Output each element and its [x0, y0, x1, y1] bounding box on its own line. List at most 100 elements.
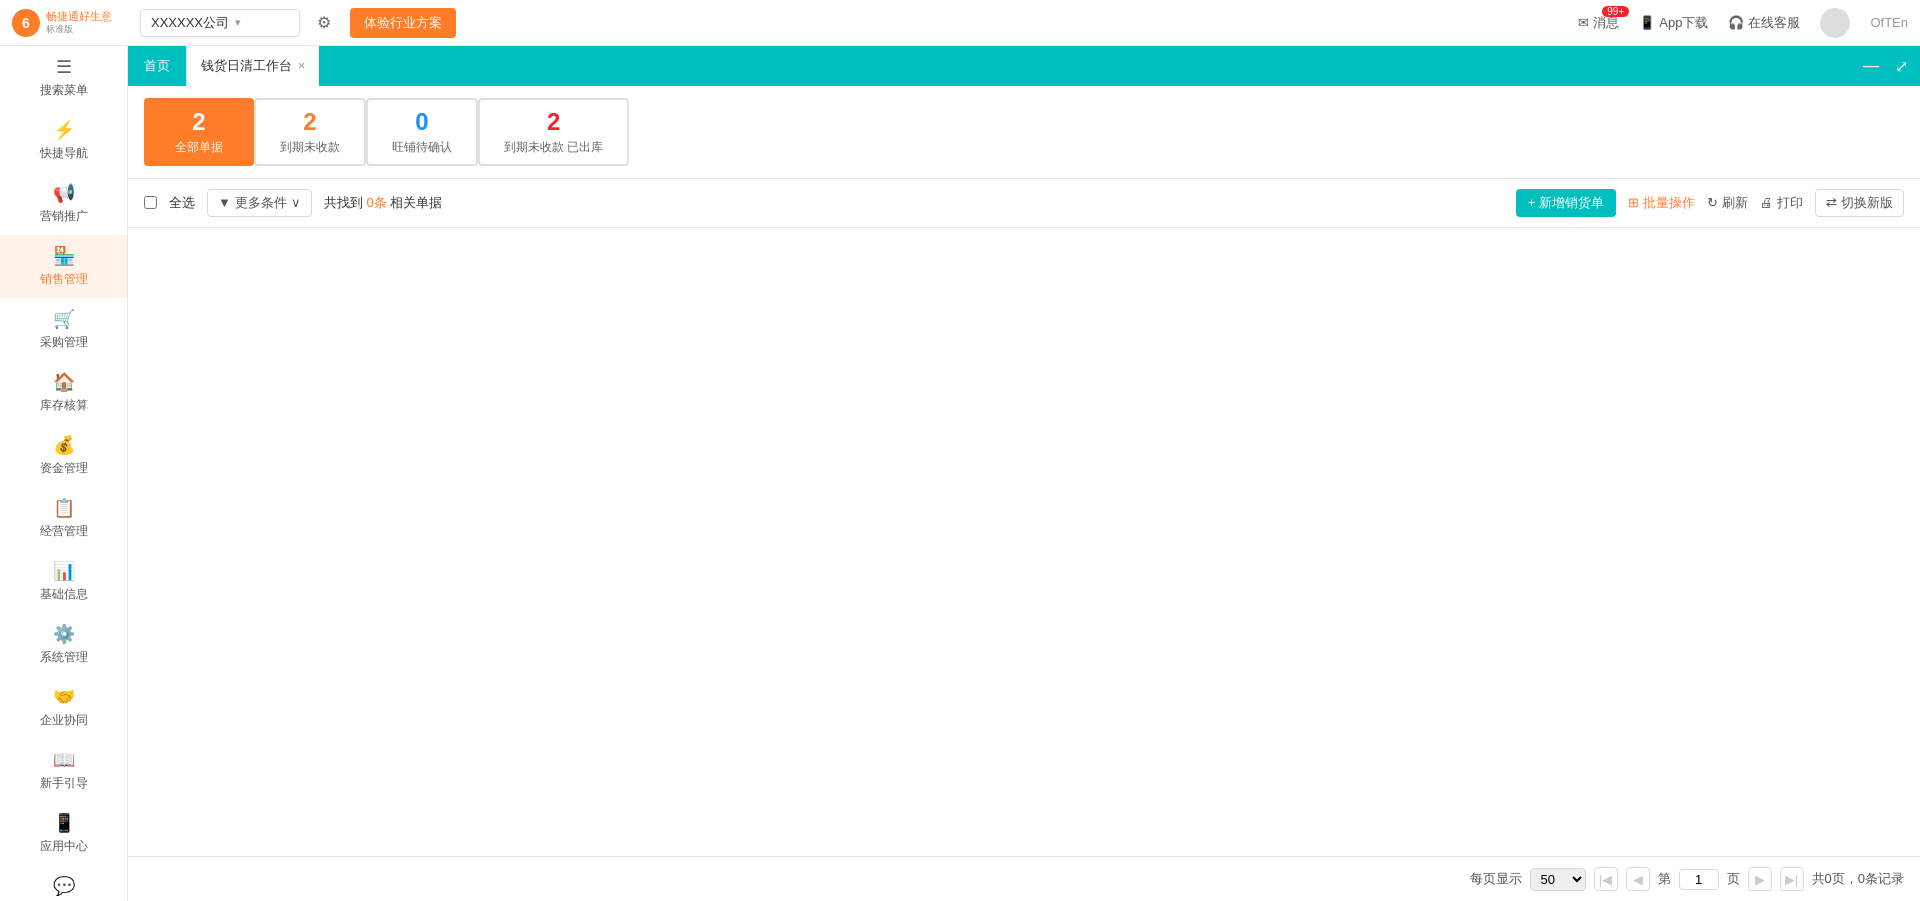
download-icon: 📱 — [1639, 15, 1655, 30]
logo-badge: 标准版 — [46, 23, 112, 36]
logo-text-area: 畅捷通好生意 标准版 — [46, 9, 112, 36]
first-page-button[interactable]: |◀ — [1594, 867, 1618, 891]
sidebar-item-basic-info[interactable]: 📊 基础信息 — [0, 550, 127, 613]
sidebar-item-search-menu[interactable]: ☰ 搜索菜单 — [0, 46, 127, 109]
main-layout: ☰ 搜索菜单 ⚡ 快捷导航 📢 营销推广 🏪 销售管理 🛒 采购管理 🏠 库存核… — [0, 46, 1920, 901]
sidebar-label-sales: 销售管理 — [40, 271, 88, 288]
message-button[interactable]: ✉ 消息 99+ — [1578, 14, 1619, 32]
sidebar-icon-sales: 🏪 — [53, 245, 75, 267]
sidebar-icon-enterprise: 🤝 — [53, 686, 75, 708]
refresh-button[interactable]: ↻ 刷新 — [1707, 194, 1748, 212]
tab-maximize-button[interactable]: ⤢ — [1891, 53, 1912, 80]
per-page-select[interactable]: 50 100 200 — [1530, 868, 1586, 891]
summary-card-3[interactable]: 2 到期未收款 已出库 — [478, 98, 629, 166]
sidebar-item-marketing[interactable]: 📢 营销推广 — [0, 172, 127, 235]
page-number-input[interactable] — [1679, 869, 1719, 890]
print-button[interactable]: 🖨 打印 — [1760, 194, 1803, 212]
sidebar-item-quick-nav[interactable]: ⚡ 快捷导航 — [0, 109, 127, 172]
sidebar-item-app-center[interactable]: 📱 应用中心 — [0, 802, 127, 865]
card-number-0: 2 — [192, 108, 205, 137]
company-selector[interactable]: XXXXXX公司 ▾ — [140, 9, 300, 37]
sidebar-label-basic-info: 基础信息 — [40, 586, 88, 603]
sidebar-icon-guide: 📖 — [53, 749, 75, 771]
sidebar-icon-app-center: 📱 — [53, 812, 75, 834]
tab-home[interactable]: 首页 — [128, 46, 186, 86]
card-label-3: 到期未收款 已出库 — [504, 139, 603, 156]
found-prefix: 共找到 — [324, 195, 363, 210]
top-header: 6 畅捷通好生意 标准版 XXXXXX公司 ▾ ⚙ 体验行业方案 ✉ 消息 99… — [0, 0, 1920, 46]
card-number-1: 2 — [303, 108, 316, 137]
sidebar-label-operation: 经营管理 — [40, 523, 88, 540]
settings-button[interactable]: ⚙ — [308, 7, 340, 39]
sidebar-item-enterprise[interactable]: 🤝 企业协同 — [0, 676, 127, 739]
trial-button[interactable]: 体验行业方案 — [350, 8, 456, 38]
batch-operation-button[interactable]: ⊞ 批量操作 — [1628, 194, 1695, 212]
sidebar-icon-search-menu: ☰ — [56, 56, 72, 78]
table-area — [128, 228, 1920, 856]
batch-label: 批量操作 — [1643, 194, 1695, 212]
switch-icon: ⇄ — [1826, 195, 1837, 210]
select-all-checkbox[interactable] — [144, 196, 157, 209]
sidebar-icon-wechat: 💬 — [53, 875, 75, 897]
switch-version-button[interactable]: ⇄ 切换新版 — [1815, 189, 1904, 217]
logo-text: 畅捷通好生意 — [46, 9, 112, 23]
sidebar-icon-system: ⚙️ — [53, 623, 75, 645]
sidebar-label-finance: 资金管理 — [40, 460, 88, 477]
toolbar: 全选 ▼ 更多条件 ∨ 共找到 0条 相关单据 + 新增销货单 ⊞ 批量操作 — [128, 179, 1920, 228]
total-label: 共0页，0条记录 — [1812, 870, 1904, 888]
filter-chevron: ∨ — [291, 195, 301, 210]
logo-area: 6 畅捷通好生意 标准版 — [12, 9, 140, 37]
sidebar-item-guide[interactable]: 📖 新手引导 — [0, 739, 127, 802]
add-sale-order-button[interactable]: + 新增销货单 — [1516, 189, 1616, 217]
sidebar-label-inventory: 库存核算 — [40, 397, 88, 414]
page-label-first: 第 — [1658, 870, 1671, 888]
app-download-label: App下载 — [1659, 14, 1708, 32]
sidebar-icon-purchase: 🛒 — [53, 308, 75, 330]
summary-card-0[interactable]: 2 全部单据 — [144, 98, 254, 166]
app-download-button[interactable]: 📱 App下载 — [1639, 14, 1708, 32]
tab-active-label: 钱货日清工作台 — [201, 57, 292, 75]
card-label-1: 到期未收款 — [280, 139, 340, 156]
prev-page-button[interactable]: ◀ — [1626, 867, 1650, 891]
sidebar-item-system[interactable]: ⚙️ 系统管理 — [0, 613, 127, 676]
chevron-down-icon: ▾ — [235, 16, 241, 29]
content-area: 首页 钱货日清工作台 × — ⤢ 2 全部单据 2 到期未收款 0 旺铺待确认 … — [128, 46, 1920, 901]
logo-icon: 6 — [12, 9, 40, 37]
switch-label: 切换新版 — [1841, 194, 1893, 212]
select-all-label: 全选 — [169, 194, 195, 212]
tab-active[interactable]: 钱货日清工作台 × — [186, 46, 319, 86]
last-page-button[interactable]: ▶| — [1780, 867, 1804, 891]
avatar[interactable] — [1820, 8, 1850, 38]
tab-close-button[interactable]: × — [298, 59, 305, 73]
sidebar-label-purchase: 采购管理 — [40, 334, 88, 351]
sidebar-item-inventory[interactable]: 🏠 库存核算 — [0, 361, 127, 424]
summary-card-2[interactable]: 0 旺铺待确认 — [366, 98, 478, 166]
sidebar-label-search-menu: 搜索菜单 — [40, 82, 88, 99]
header-right: ✉ 消息 99+ 📱 App下载 🎧 在线客服 OfTEn — [1578, 8, 1908, 38]
refresh-icon: ↻ — [1707, 195, 1718, 210]
sidebar-item-wechat[interactable]: 💬 企业微信 — [0, 865, 127, 901]
batch-icon: ⊞ — [1628, 195, 1639, 210]
tab-minimize-button[interactable]: — — [1859, 53, 1883, 79]
sidebar: ☰ 搜索菜单 ⚡ 快捷导航 📢 营销推广 🏪 销售管理 🛒 采购管理 🏠 库存核… — [0, 46, 128, 901]
summary-card-1[interactable]: 2 到期未收款 — [254, 98, 366, 166]
found-suffix: 相关单据 — [390, 195, 442, 210]
company-name: XXXXXX公司 — [151, 14, 229, 32]
page-content: 2 全部单据 2 到期未收款 0 旺铺待确认 2 到期未收款 已出库 全选 ▼ … — [128, 86, 1920, 901]
sidebar-item-finance[interactable]: 💰 资金管理 — [0, 424, 127, 487]
next-page-button[interactable]: ▶ — [1748, 867, 1772, 891]
found-count: 0条 — [367, 195, 387, 210]
card-label-2: 旺铺待确认 — [392, 139, 452, 156]
sidebar-label-quick-nav: 快捷导航 — [40, 145, 88, 162]
online-service-button[interactable]: 🎧 在线客服 — [1728, 14, 1800, 32]
print-icon: 🖨 — [1760, 195, 1773, 210]
message-badge: 99+ — [1602, 6, 1629, 17]
sidebar-icon-inventory: 🏠 — [53, 371, 75, 393]
filter-button[interactable]: ▼ 更多条件 ∨ — [207, 189, 312, 217]
sidebar-item-operation[interactable]: 📋 经营管理 — [0, 487, 127, 550]
per-page-label: 每页显示 — [1470, 870, 1522, 888]
sidebar-item-sales[interactable]: 🏪 销售管理 — [0, 235, 127, 298]
sidebar-label-app-center: 应用中心 — [40, 838, 88, 855]
sidebar-item-purchase[interactable]: 🛒 采购管理 — [0, 298, 127, 361]
sidebar-label-enterprise: 企业协同 — [40, 712, 88, 729]
